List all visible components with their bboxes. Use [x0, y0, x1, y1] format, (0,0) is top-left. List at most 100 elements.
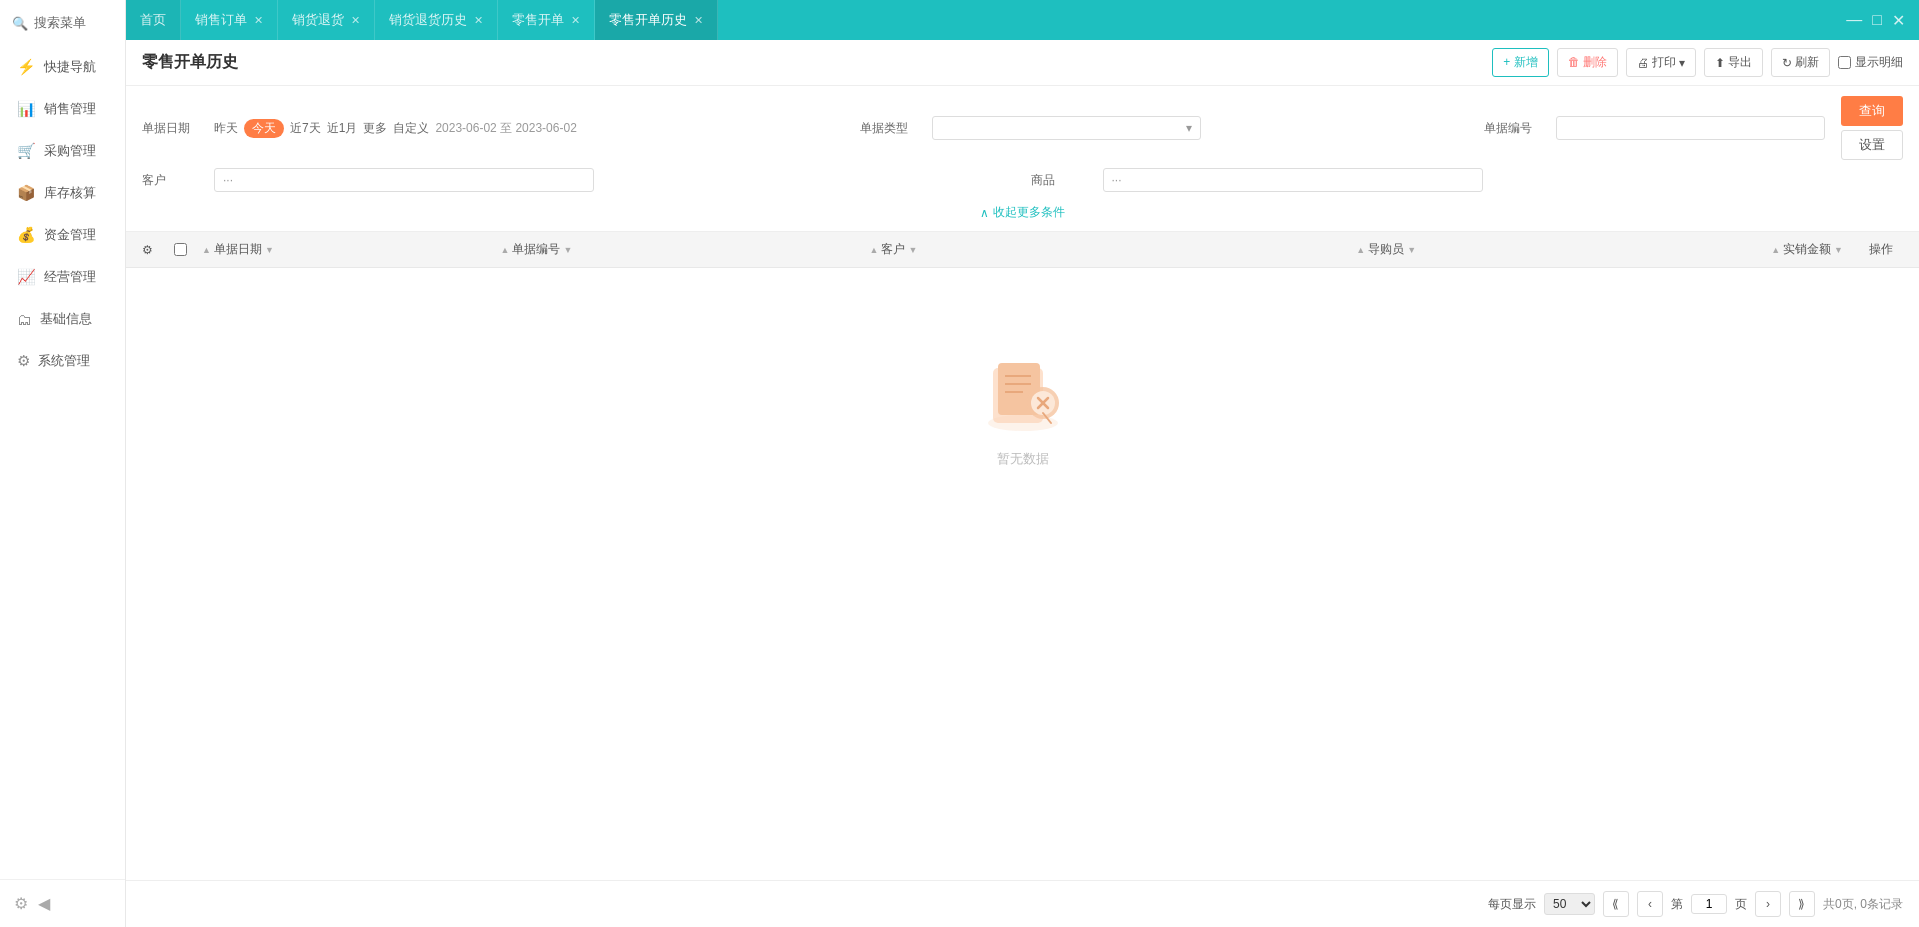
pagination: 每页显示 50 10 20 100 ⟪ ‹ 第 页 › ⟫ 共0页, 0条记录 — [126, 880, 1919, 927]
per-page-label: 每页显示 — [1488, 896, 1536, 913]
sidebar-bottom: ⚙ ◀ — [0, 879, 125, 927]
collapse-label: 收起更多条件 — [993, 204, 1065, 221]
refresh-label: 刷新 — [1795, 54, 1819, 71]
tab-retail-open-close[interactable]: ✕ — [571, 14, 580, 27]
shortcut-custom[interactable]: 自定义 — [393, 120, 429, 137]
shortcut-yesterday[interactable]: 昨天 — [214, 120, 238, 137]
goods-filter-select[interactable]: ··· — [1103, 168, 1483, 192]
sidebar-item-operations[interactable]: 📈 经营管理 — [0, 256, 125, 298]
prev-page-button[interactable]: ‹ — [1637, 891, 1663, 917]
window-maximize-icon[interactable]: □ — [1872, 11, 1882, 29]
sort-up-icon-amt: ▲ — [1771, 245, 1780, 255]
basic-info-icon: 🗂 — [17, 311, 32, 328]
sidebar-item-sys-mgmt[interactable]: ⚙ 系统管理 — [0, 340, 125, 382]
sidebar-search-label: 搜索菜单 — [34, 14, 86, 32]
sort-down-icon: ▼ — [265, 245, 274, 255]
print-button[interactable]: 🖨 打印 ▾ — [1626, 48, 1696, 77]
next-page-button[interactable]: › — [1755, 891, 1781, 917]
sidebar-item-label: 资金管理 — [44, 226, 96, 244]
page-label: 第 — [1671, 896, 1683, 913]
th-customer[interactable]: ▲ 客户 ▼ — [862, 241, 1349, 258]
first-page-button[interactable]: ⟪ — [1603, 891, 1629, 917]
shortcut-7days[interactable]: 近7天 — [290, 120, 321, 137]
sidebar-item-basic-info[interactable]: 🗂 基础信息 — [0, 298, 125, 340]
window-minimize-icon[interactable]: — — [1846, 11, 1862, 29]
add-button[interactable]: + 新增 — [1492, 48, 1548, 77]
sort-down-icon-sp: ▼ — [1407, 245, 1416, 255]
quick-nav-icon: ⚡ — [17, 58, 36, 76]
tab-sales-return[interactable]: 销货退货 ✕ — [278, 0, 375, 40]
topnav-right: — □ ✕ — [1846, 11, 1919, 30]
select-all-checkbox[interactable] — [174, 243, 187, 256]
export-button[interactable]: ⬆ 导出 — [1704, 48, 1763, 77]
page-number-input[interactable] — [1691, 894, 1727, 914]
tab-retail-open[interactable]: 零售开单 ✕ — [498, 0, 595, 40]
setting-button[interactable]: 设置 — [1841, 130, 1903, 160]
tab-home[interactable]: 首页 — [126, 0, 181, 40]
sidebar-item-label: 采购管理 — [44, 142, 96, 160]
collapse-sidebar-icon[interactable]: ◀ — [38, 894, 50, 913]
type-filter-select[interactable]: ▾ — [932, 116, 1201, 140]
th-amount[interactable]: ▲ 实销金额 ▼ — [1600, 241, 1851, 258]
sidebar-item-quick-nav[interactable]: ⚡ 快捷导航 — [0, 46, 125, 88]
tab-retail-open-history-close[interactable]: ✕ — [694, 14, 703, 27]
print-label: 打印 — [1652, 54, 1676, 71]
toolbar: 零售开单历史 + 新增 🗑 删除 🖨 打印 ▾ ⬆ 导出 ↻ 刷新 显示明细 — [126, 40, 1919, 86]
window-close-icon[interactable]: ✕ — [1892, 11, 1905, 30]
th-amount-label: 实销金额 — [1783, 241, 1831, 258]
delete-button[interactable]: 🗑 删除 — [1557, 48, 1618, 77]
operations-icon: 📈 — [17, 268, 36, 286]
th-date-label: 单据日期 — [214, 241, 262, 258]
sidebar: 🔍 搜索菜单 ⚡ 快捷导航 📊 销售管理 🛒 采购管理 📦 库存核算 💰 资金管… — [0, 0, 126, 927]
th-action-label: 操作 — [1869, 241, 1893, 258]
customer-filter-select[interactable]: ··· — [214, 168, 594, 192]
sidebar-item-sales-mgmt[interactable]: 📊 销售管理 — [0, 88, 125, 130]
customer-select-dots: ··· — [223, 173, 233, 187]
th-salesperson[interactable]: ▲ 导购员 ▼ — [1348, 241, 1599, 258]
sidebar-item-label: 销售管理 — [44, 100, 96, 118]
tab-sales-return-close[interactable]: ✕ — [351, 14, 360, 27]
refresh-button[interactable]: ↻ 刷新 — [1771, 48, 1830, 77]
empty-text: 暂无数据 — [997, 450, 1049, 468]
no-filter-input[interactable] — [1556, 116, 1825, 140]
last-page-button[interactable]: ⟫ — [1789, 891, 1815, 917]
sidebar-item-finance[interactable]: 💰 资金管理 — [0, 214, 125, 256]
shortcut-1month[interactable]: 近1月 — [327, 120, 358, 137]
show-detail-checkbox[interactable] — [1838, 56, 1851, 69]
tab-sales-order-close[interactable]: ✕ — [254, 14, 263, 27]
settings-bottom-icon[interactable]: ⚙ — [14, 894, 28, 913]
total-info: 共0页, 0条记录 — [1823, 896, 1903, 913]
filter-row-1: 单据日期 昨天 今天 近7天 近1月 更多 自定义 2023-06-02 至 2… — [142, 96, 1903, 160]
tab-sales-order[interactable]: 销售订单 ✕ — [181, 0, 278, 40]
th-date[interactable]: ▲ 单据日期 ▼ — [194, 241, 492, 258]
table-gear-icon[interactable]: ⚙ — [142, 243, 153, 257]
show-detail-toggle[interactable]: 显示明细 — [1838, 54, 1903, 71]
th-checkbox[interactable] — [166, 243, 194, 256]
th-settings[interactable]: ⚙ — [134, 243, 166, 257]
shortcut-more[interactable]: 更多 — [363, 120, 387, 137]
sidebar-item-inventory[interactable]: 📦 库存核算 — [0, 172, 125, 214]
collapse-chevron-icon: ∧ — [980, 206, 989, 220]
per-page-select[interactable]: 50 10 20 100 — [1544, 893, 1595, 915]
sidebar-item-purchase-mgmt[interactable]: 🛒 采购管理 — [0, 130, 125, 172]
table-area: ⚙ ▲ 单据日期 ▼ ▲ 单据编号 ▼ ▲ 客户 ▼ — [126, 232, 1919, 880]
sort-down-icon-no: ▼ — [563, 245, 572, 255]
date-filter-label: 单据日期 — [142, 120, 198, 137]
sort-down-icon-cust: ▼ — [908, 245, 917, 255]
collapse-filter-bar[interactable]: ∧ 收起更多条件 — [142, 200, 1903, 221]
th-no-label: 单据编号 — [512, 241, 560, 258]
th-no[interactable]: ▲ 单据编号 ▼ — [492, 241, 861, 258]
sidebar-search[interactable]: 🔍 搜索菜单 — [0, 0, 125, 46]
inventory-icon: 📦 — [17, 184, 36, 202]
sidebar-item-label: 经营管理 — [44, 268, 96, 286]
export-label: 导出 — [1728, 54, 1752, 71]
query-button[interactable]: 查询 — [1841, 96, 1903, 126]
tab-sales-return-history[interactable]: 销货退货历史 ✕ — [375, 0, 498, 40]
table-header: ⚙ ▲ 单据日期 ▼ ▲ 单据编号 ▼ ▲ 客户 ▼ — [126, 232, 1919, 268]
shortcut-today[interactable]: 今天 — [244, 119, 284, 138]
tab-retail-open-history[interactable]: 零售开单历史 ✕ — [595, 0, 718, 40]
export-icon: ⬆ — [1715, 56, 1725, 70]
no-filter-label: 单据编号 — [1484, 120, 1540, 137]
tab-home-label: 首页 — [140, 11, 166, 29]
tab-sales-return-history-close[interactable]: ✕ — [474, 14, 483, 27]
